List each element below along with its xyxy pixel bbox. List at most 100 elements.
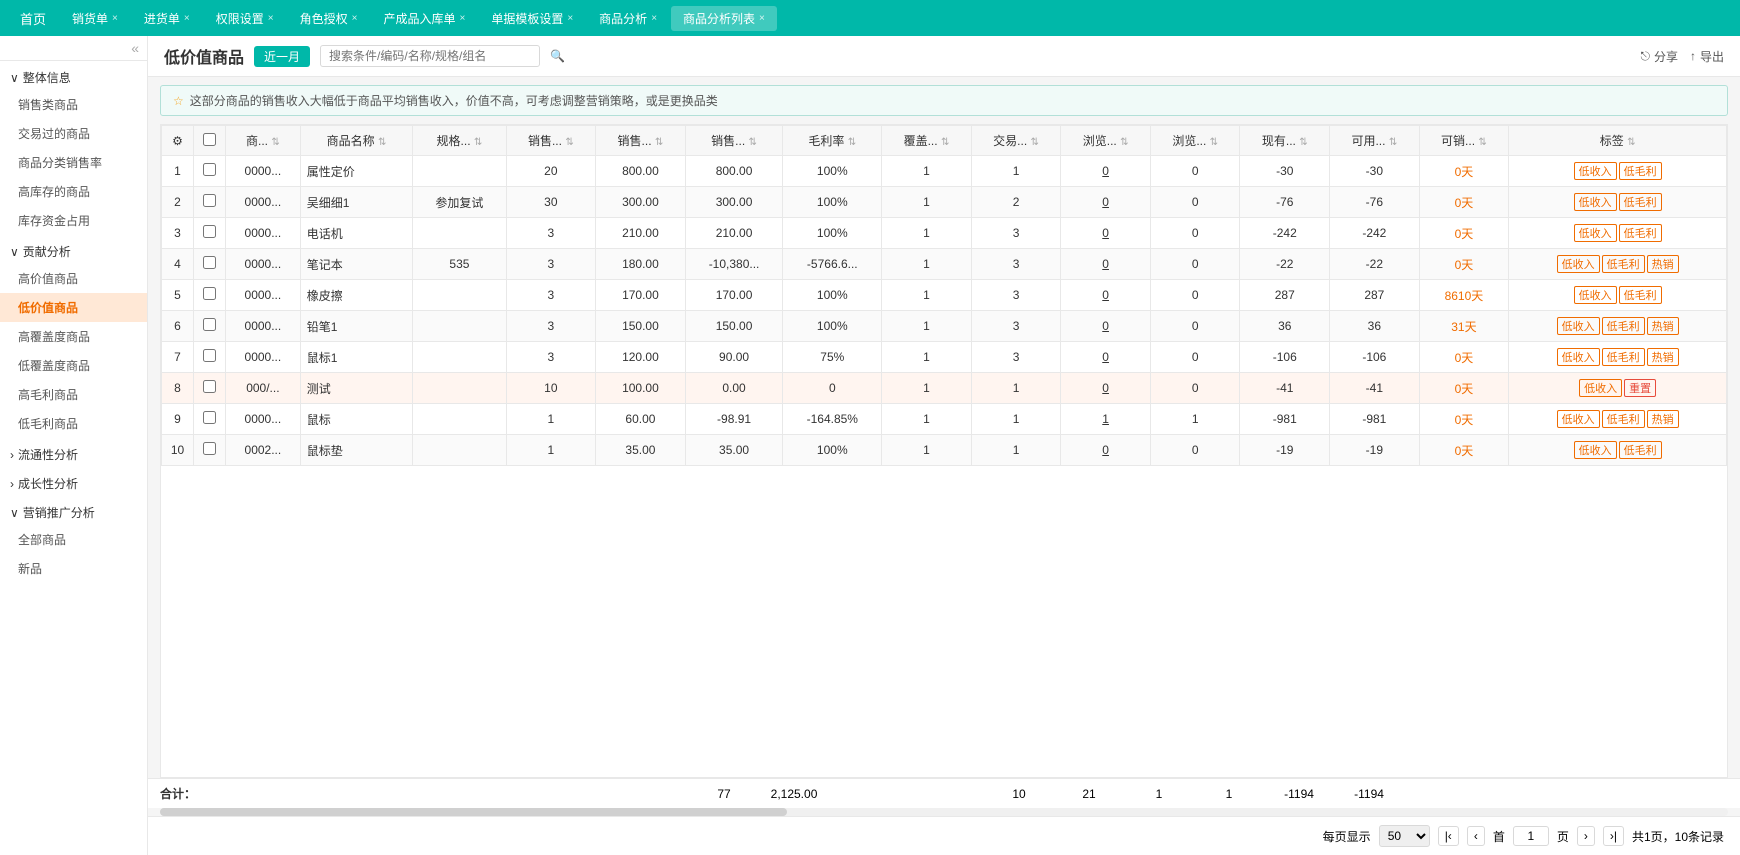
sidebar-item-all-products[interactable]: 全部商品	[0, 525, 147, 554]
row-checkbox[interactable]	[194, 187, 226, 218]
sidebar-item-category-sales[interactable]: 商品分类销售率	[0, 148, 147, 177]
sidebar-group-marketing[interactable]: ∨ 营销推广分析	[0, 496, 147, 525]
col-trade[interactable]: 交易... ⇅	[971, 126, 1061, 156]
next-page-button[interactable]: ›	[1577, 826, 1595, 846]
row-checkbox[interactable]	[194, 218, 226, 249]
row-select-checkbox[interactable]	[203, 163, 216, 176]
nav-product-analysis-list[interactable]: 商品分析列表 ×	[671, 6, 777, 31]
nav-product-analysis[interactable]: 商品分析 ×	[587, 6, 669, 31]
search-input[interactable]	[320, 45, 540, 67]
prev-page-button[interactable]: ‹	[1467, 826, 1485, 846]
col-view1[interactable]: 浏览... ⇅	[1061, 126, 1151, 156]
search-icon[interactable]: 🔍	[550, 49, 565, 63]
view1-link[interactable]: 1	[1102, 412, 1109, 426]
sidebar-item-traded-products[interactable]: 交易过的商品	[0, 119, 147, 148]
col-sales-qty[interactable]: 销售... ⇅	[506, 126, 596, 156]
checkbox-col-header[interactable]	[194, 126, 226, 156]
sort-icon[interactable]: ⇅	[655, 137, 663, 148]
nav-product-inbound[interactable]: 产成品入库单 ×	[371, 6, 477, 31]
sort-icon[interactable]: ⇅	[565, 137, 573, 148]
close-icon[interactable]: ×	[651, 13, 657, 24]
row-select-checkbox[interactable]	[203, 256, 216, 269]
row-checkbox[interactable]	[194, 311, 226, 342]
view1-link[interactable]: 0	[1102, 319, 1109, 333]
view1-link[interactable]: 0	[1102, 381, 1109, 395]
sort-icon[interactable]: ⇅	[1210, 137, 1218, 148]
page-number-input[interactable]	[1513, 826, 1549, 846]
select-all-checkbox[interactable]	[203, 133, 216, 146]
sidebar-group-growth[interactable]: › 成长性分析	[0, 467, 147, 496]
nav-sales[interactable]: 销货单 ×	[60, 6, 130, 31]
col-name[interactable]: 商品名称 ⇅	[300, 126, 412, 156]
close-icon[interactable]: ×	[459, 13, 465, 24]
sidebar-group-contribution[interactable]: ∨ 贡献分析	[0, 235, 147, 264]
sidebar-item-low-margin[interactable]: 低毛利商品	[0, 409, 147, 438]
sidebar-item-sales-products[interactable]: 销售类商品	[0, 90, 147, 119]
time-filter-button[interactable]: 近一月	[254, 46, 310, 67]
col-gross-rate[interactable]: 毛利率 ⇅	[783, 126, 882, 156]
row-checkbox[interactable]	[194, 280, 226, 311]
nav-template-settings[interactable]: 单据模板设置 ×	[479, 6, 585, 31]
col-saleable[interactable]: 可销... ⇅	[1419, 126, 1509, 156]
sort-icon[interactable]: ⇅	[1031, 137, 1039, 148]
row-checkbox[interactable]	[194, 249, 226, 280]
sort-icon[interactable]: ⇅	[378, 137, 386, 148]
view1-link[interactable]: 0	[1102, 288, 1109, 302]
first-page-button[interactable]: |‹	[1438, 826, 1459, 846]
row-checkbox[interactable]	[194, 435, 226, 466]
row-select-checkbox[interactable]	[203, 287, 216, 300]
sort-icon[interactable]: ⇅	[848, 137, 856, 148]
row-select-checkbox[interactable]	[203, 411, 216, 424]
settings-col-header[interactable]: ⚙	[162, 126, 194, 156]
close-icon[interactable]: ×	[352, 13, 358, 24]
view1-link[interactable]: 0	[1102, 443, 1109, 457]
view1-link[interactable]: 0	[1102, 257, 1109, 271]
col-coverage[interactable]: 覆盖... ⇅	[882, 126, 972, 156]
per-page-select[interactable]: 50 100	[1379, 825, 1430, 847]
col-sales-amount[interactable]: 销售... ⇅	[596, 126, 686, 156]
row-checkbox[interactable]	[194, 342, 226, 373]
sidebar-item-high-stock[interactable]: 高库存的商品	[0, 177, 147, 206]
sidebar-item-new-products[interactable]: 新品	[0, 554, 147, 583]
col-sales-avg[interactable]: 销售... ⇅	[685, 126, 783, 156]
col-tags[interactable]: 标签 ⇅	[1509, 126, 1727, 156]
row-select-checkbox[interactable]	[203, 380, 216, 393]
sort-icon[interactable]: ⇅	[1120, 137, 1128, 148]
view1-link[interactable]: 0	[1102, 195, 1109, 209]
nav-role-auth[interactable]: 角色授权 ×	[288, 6, 370, 31]
view1-link[interactable]: 0	[1102, 164, 1109, 178]
sort-icon[interactable]: ⇅	[749, 137, 757, 148]
nav-home[interactable]: 首页	[8, 5, 58, 32]
row-select-checkbox[interactable]	[203, 194, 216, 207]
row-checkbox[interactable]	[194, 156, 226, 187]
row-select-checkbox[interactable]	[203, 442, 216, 455]
horizontal-scrollbar[interactable]	[160, 808, 787, 816]
last-page-button[interactable]: ›|	[1603, 826, 1624, 846]
sidebar-item-stock-capital[interactable]: 库存资金占用	[0, 206, 147, 235]
sort-icon[interactable]: ⇅	[1299, 137, 1307, 148]
close-icon[interactable]: ×	[759, 13, 765, 24]
close-icon[interactable]: ×	[567, 13, 573, 24]
row-checkbox[interactable]	[194, 373, 226, 404]
col-spec[interactable]: 规格... ⇅	[413, 126, 506, 156]
close-icon[interactable]: ×	[268, 13, 274, 24]
sidebar-group-circulation[interactable]: › 流通性分析	[0, 438, 147, 467]
sort-icon[interactable]: ⇅	[1627, 137, 1635, 148]
row-select-checkbox[interactable]	[203, 349, 216, 362]
close-icon[interactable]: ×	[184, 13, 190, 24]
sort-icon[interactable]: ⇅	[1389, 137, 1397, 148]
close-icon[interactable]: ×	[112, 13, 118, 24]
col-stock[interactable]: 现有... ⇅	[1240, 126, 1330, 156]
sidebar-collapse-btn[interactable]: «	[131, 40, 139, 56]
row-select-checkbox[interactable]	[203, 225, 216, 238]
sidebar-item-low-value[interactable]: 低价值商品	[0, 293, 147, 322]
view1-link[interactable]: 0	[1102, 350, 1109, 364]
sidebar-item-high-coverage[interactable]: 高覆盖度商品	[0, 322, 147, 351]
export-button[interactable]: ↑ 导出	[1690, 48, 1724, 65]
sidebar-group-overview[interactable]: ∨ 整体信息	[0, 61, 147, 90]
view1-link[interactable]: 0	[1102, 226, 1109, 240]
col-avail[interactable]: 可用... ⇅	[1330, 126, 1420, 156]
nav-purchase[interactable]: 进货单 ×	[132, 6, 202, 31]
col-view2[interactable]: 浏览... ⇅	[1150, 126, 1240, 156]
sidebar-item-high-value[interactable]: 高价值商品	[0, 264, 147, 293]
